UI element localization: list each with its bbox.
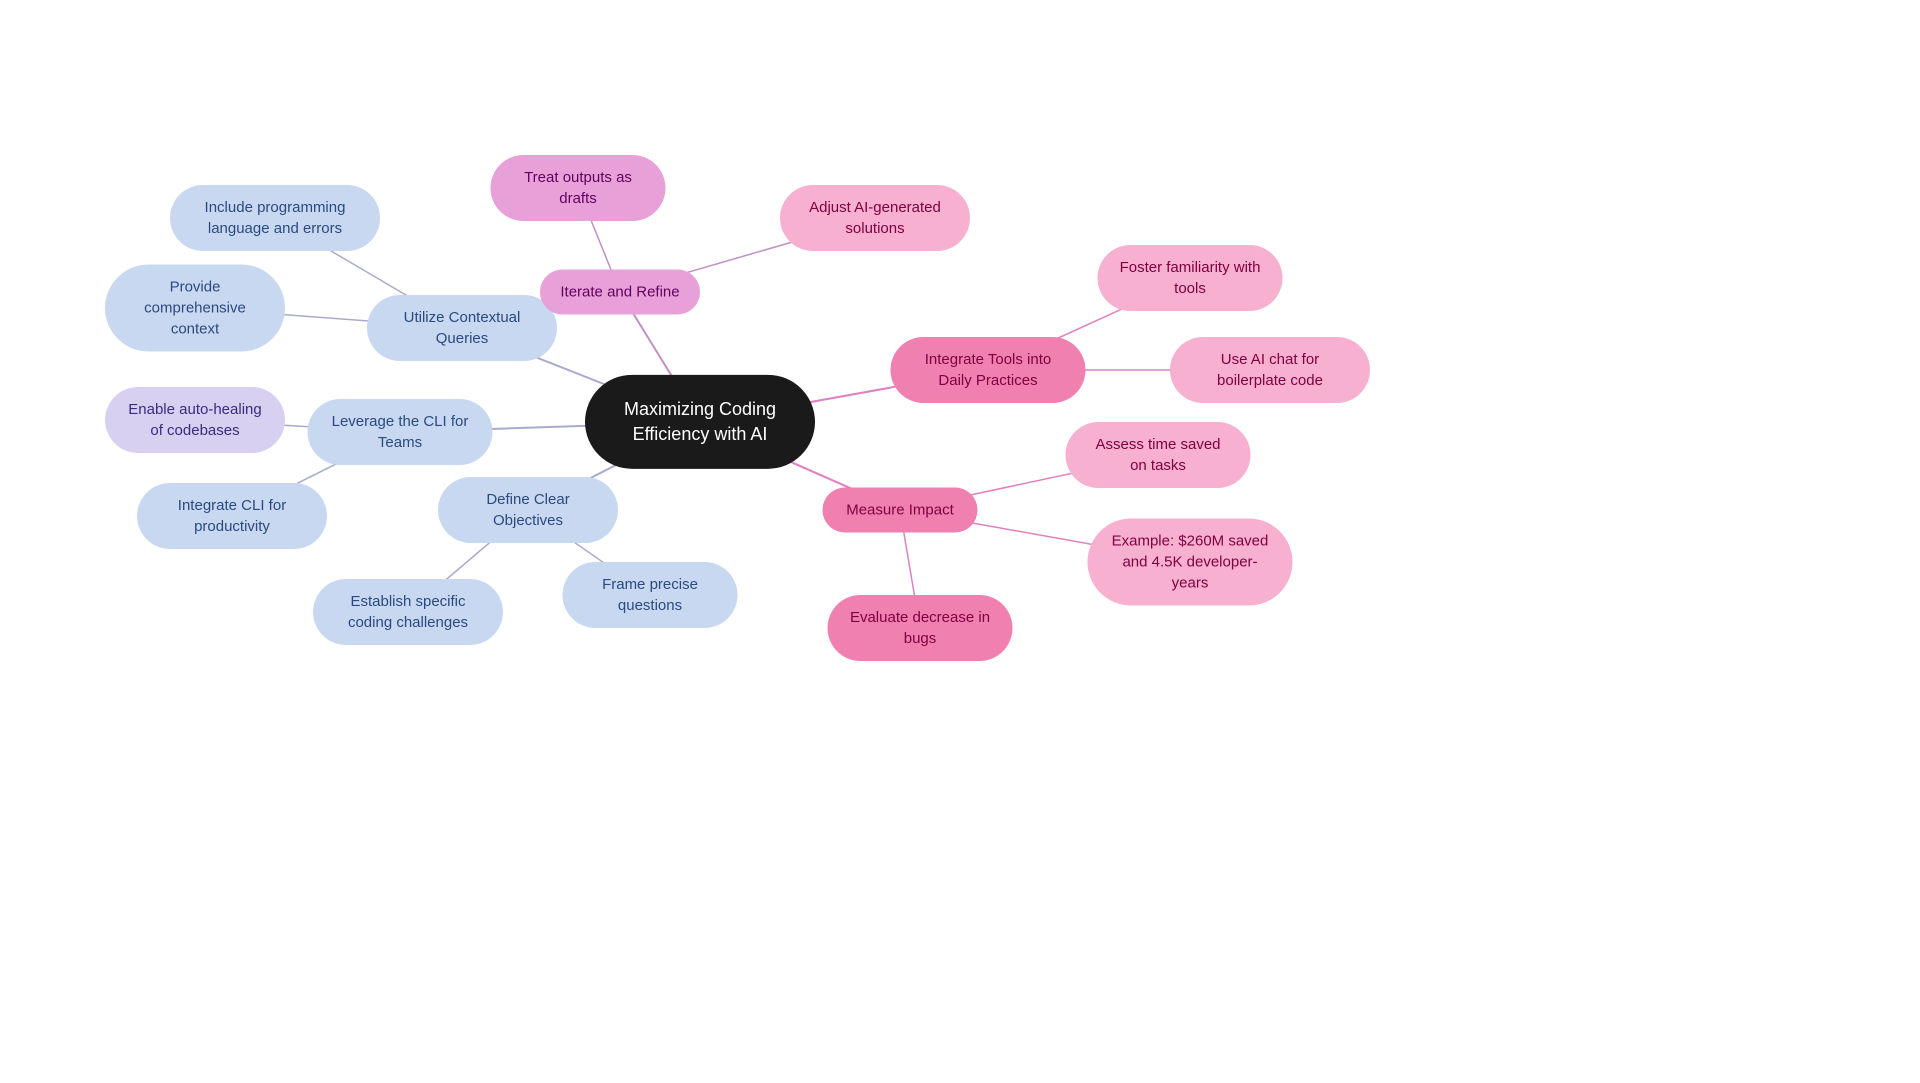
leverage-cli-node[interactable]: Leverage the CLI for Teams bbox=[308, 399, 493, 465]
evaluate-bugs-node[interactable]: Evaluate decrease in bugs bbox=[828, 595, 1013, 661]
use-ai-chat-node[interactable]: Use AI chat for boilerplate code bbox=[1170, 337, 1370, 403]
adjust-solutions-node[interactable]: Adjust AI-generated solutions bbox=[780, 185, 970, 251]
include-programming-node[interactable]: Include programming language and errors bbox=[170, 185, 380, 251]
foster-familiarity-node[interactable]: Foster familiarity with tools bbox=[1098, 245, 1283, 311]
integrate-tools-node[interactable]: Integrate Tools into Daily Practices bbox=[891, 337, 1086, 403]
treat-outputs-node[interactable]: Treat outputs as drafts bbox=[491, 155, 666, 221]
assess-time-node[interactable]: Assess time saved on tasks bbox=[1066, 422, 1251, 488]
establish-challenges-node[interactable]: Establish specific coding challenges bbox=[313, 579, 503, 645]
mindmap-container: Maximizing Coding Efficiency with AI Uti… bbox=[0, 0, 1920, 1083]
integrate-cli-node[interactable]: Integrate CLI for productivity bbox=[137, 483, 327, 549]
define-objectives-node[interactable]: Define Clear Objectives bbox=[438, 477, 618, 543]
frame-questions-node[interactable]: Frame precise questions bbox=[563, 562, 738, 628]
example-savings-node[interactable]: Example: $260M saved and 4.5K developer-… bbox=[1088, 519, 1293, 606]
provide-context-node[interactable]: Provide comprehensive context bbox=[105, 265, 285, 352]
center-node[interactable]: Maximizing Coding Efficiency with AI bbox=[585, 375, 815, 469]
utilize-contextual-node[interactable]: Utilize Contextual Queries bbox=[367, 295, 557, 361]
measure-impact-node[interactable]: Measure Impact bbox=[823, 488, 978, 533]
iterate-refine-node[interactable]: Iterate and Refine bbox=[540, 270, 700, 315]
enable-autohealing-node[interactable]: Enable auto-healing of codebases bbox=[105, 387, 285, 453]
